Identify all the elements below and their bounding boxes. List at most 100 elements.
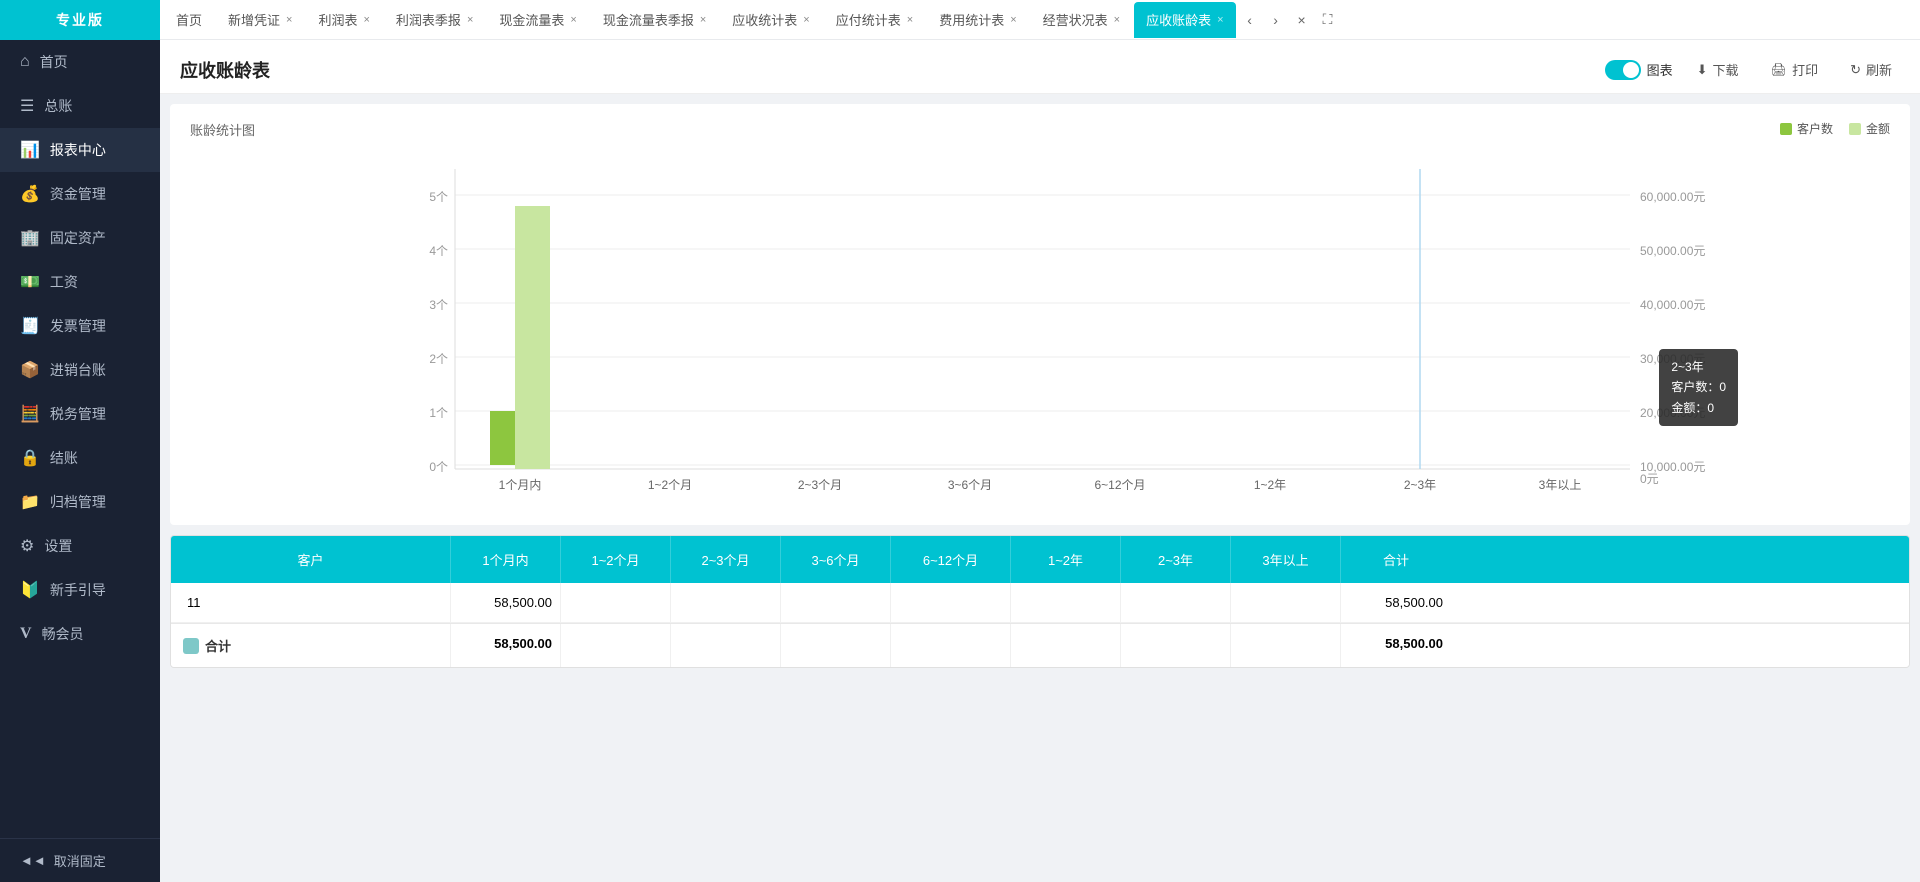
collapse-icon: ◄◄ bbox=[20, 853, 46, 868]
refresh-icon: ↻ bbox=[1850, 62, 1861, 78]
tab-cashflow-quarter[interactable]: 现金流量表季报 × bbox=[591, 2, 718, 38]
td-total-label: 合计 bbox=[171, 624, 451, 667]
tab-cashflow-quarter-close[interactable]: × bbox=[700, 14, 706, 26]
tab-aging-close[interactable]: × bbox=[1217, 14, 1223, 26]
download-button[interactable]: ⬇ 下载 bbox=[1689, 56, 1747, 83]
tab-profit-quarter[interactable]: 利润表季报 × bbox=[384, 2, 485, 38]
sidebar-item-home[interactable]: ⌂ 首页 bbox=[0, 40, 160, 84]
svg-text:40,000.00元: 40,000.00元 bbox=[1640, 298, 1705, 312]
sidebar-item-guide[interactable]: 🔰 新手引导 bbox=[0, 568, 160, 612]
tab-receivable[interactable]: 应收统计表 × bbox=[720, 2, 821, 38]
sidebar: 专业版 ⌂ 首页 ☰ 总账 📊 报表中心 💰 资金管理 🏢 固定资产 💵 工资 … bbox=[0, 0, 160, 882]
sidebar-item-ledger[interactable]: ☰ 总账 bbox=[0, 84, 160, 128]
svg-text:2~3年: 2~3年 bbox=[1404, 478, 1436, 492]
refresh-label: 刷新 bbox=[1866, 60, 1892, 79]
sidebar-item-tax[interactable]: 🧮 税务管理 bbox=[0, 392, 160, 436]
archive-icon: 📁 bbox=[20, 492, 40, 512]
legend-customer: 客户数 bbox=[1780, 120, 1833, 137]
tab-aging[interactable]: 应收账龄表 × bbox=[1134, 2, 1235, 38]
tab-voucher-close[interactable]: × bbox=[286, 14, 292, 26]
sidebar-item-settings[interactable]: ⚙ 设置 bbox=[0, 524, 160, 568]
tab-bar: 首页 新增凭证 × 利润表 × 利润表季报 × 现金流量表 × 现金流量表季报 … bbox=[160, 0, 1920, 40]
svg-text:1个: 1个 bbox=[429, 406, 448, 420]
total-text: 合计 bbox=[205, 636, 231, 655]
tab-profit-quarter-close[interactable]: × bbox=[467, 14, 473, 26]
tab-profit[interactable]: 利润表 × bbox=[306, 2, 381, 38]
tab-cashflow-label: 现金流量表 bbox=[499, 10, 564, 29]
tab-receivable-close[interactable]: × bbox=[803, 14, 809, 26]
sidebar-label-archive: 归档管理 bbox=[50, 492, 106, 512]
legend-customer-label: 客户数 bbox=[1797, 120, 1833, 137]
tab-cashflow[interactable]: 现金流量表 × bbox=[487, 2, 588, 38]
bar-customer-0 bbox=[490, 411, 515, 465]
tab-home[interactable]: 首页 bbox=[164, 2, 214, 38]
tab-home-label: 首页 bbox=[176, 10, 202, 29]
tab-profit-close[interactable]: × bbox=[363, 14, 369, 26]
logo: 专业版 bbox=[0, 0, 160, 40]
tab-payable-label: 应付统计表 bbox=[836, 10, 901, 29]
sidebar-item-assets[interactable]: 🏢 固定资产 bbox=[0, 216, 160, 260]
sidebar-item-purchase[interactable]: 📦 进销台账 bbox=[0, 348, 160, 392]
td-m36-0 bbox=[781, 583, 891, 622]
svg-text:5个: 5个 bbox=[429, 190, 448, 204]
tab-payable[interactable]: 应付统计表 × bbox=[824, 2, 925, 38]
sidebar-item-capital[interactable]: 💰 资金管理 bbox=[0, 172, 160, 216]
print-icon: 🖨 bbox=[1771, 62, 1788, 78]
tab-close-all[interactable]: × bbox=[1290, 8, 1314, 32]
sidebar-collapse-btn[interactable]: ◄◄ 取消固定 bbox=[0, 838, 160, 882]
sidebar-item-report[interactable]: 📊 报表中心 bbox=[0, 128, 160, 172]
total-icon bbox=[183, 638, 199, 654]
tab-nav-left[interactable]: ‹ bbox=[1238, 8, 1262, 32]
tab-maximize[interactable]: ⛶ bbox=[1316, 8, 1340, 32]
svg-text:50,000.00元: 50,000.00元 bbox=[1640, 244, 1705, 258]
svg-text:20,000.00元: 20,000.00元 bbox=[1640, 406, 1705, 420]
th-y23: 2~3年 bbox=[1121, 536, 1231, 583]
td-total-m23 bbox=[671, 624, 781, 667]
tab-expense[interactable]: 费用统计表 × bbox=[927, 2, 1028, 38]
sidebar-label-settings: 设置 bbox=[44, 536, 72, 556]
sidebar-label-purchase: 进销台账 bbox=[50, 360, 106, 380]
guide-icon: 🔰 bbox=[20, 580, 40, 600]
refresh-button[interactable]: ↻ 刷新 bbox=[1842, 56, 1900, 83]
tab-operation[interactable]: 经营状况表 × bbox=[1031, 2, 1132, 38]
td-total-0: 58,500.00 bbox=[1341, 583, 1451, 622]
sidebar-item-archive[interactable]: 📁 归档管理 bbox=[0, 480, 160, 524]
closing-icon: 🔒 bbox=[20, 448, 40, 468]
tab-nav-right[interactable]: › bbox=[1264, 8, 1288, 32]
svg-text:1个月内: 1个月内 bbox=[499, 478, 542, 492]
sidebar-label-vip: 畅会员 bbox=[42, 624, 84, 644]
tab-cashflow-quarter-label: 现金流量表季报 bbox=[603, 10, 694, 29]
print-button[interactable]: 🖨 打印 bbox=[1763, 56, 1827, 83]
chart-toggle[interactable] bbox=[1605, 60, 1641, 80]
tab-cashflow-close[interactable]: × bbox=[570, 14, 576, 26]
ledger-icon: ☰ bbox=[20, 96, 34, 116]
svg-text:6~12个月: 6~12个月 bbox=[1094, 478, 1145, 492]
sidebar-item-salary[interactable]: 💵 工资 bbox=[0, 260, 160, 304]
sidebar-label-capital: 资金管理 bbox=[50, 184, 106, 204]
header-actions: 图表 ⬇ 下载 🖨 打印 ↻ 刷新 bbox=[1605, 56, 1900, 83]
page-header: 应收账龄表 图表 ⬇ 下载 🖨 打印 ↻ 刷新 bbox=[160, 40, 1920, 94]
table-row: 11 58,500.00 58,500.00 bbox=[171, 583, 1909, 623]
sidebar-label-invoice: 发票管理 bbox=[50, 316, 106, 336]
legend-amount: 金额 bbox=[1849, 120, 1890, 137]
tab-expense-close[interactable]: × bbox=[1010, 14, 1016, 26]
svg-text:4个: 4个 bbox=[429, 244, 448, 258]
tab-voucher-label: 新增凭证 bbox=[228, 10, 280, 29]
td-y23-0 bbox=[1121, 583, 1231, 622]
tab-voucher[interactable]: 新增凭证 × bbox=[216, 2, 304, 38]
svg-text:1~2个月: 1~2个月 bbox=[648, 478, 692, 492]
svg-text:0个: 0个 bbox=[429, 460, 448, 474]
th-m1: 1个月内 bbox=[451, 536, 561, 583]
tab-operation-close[interactable]: × bbox=[1114, 14, 1120, 26]
th-m612: 6~12个月 bbox=[891, 536, 1011, 583]
sidebar-label-salary: 工资 bbox=[50, 272, 78, 292]
sidebar-item-invoice[interactable]: 🧾 发票管理 bbox=[0, 304, 160, 348]
salary-icon: 💵 bbox=[20, 272, 40, 292]
sidebar-item-closing[interactable]: 🔒 结账 bbox=[0, 436, 160, 480]
sidebar-item-vip[interactable]: V 畅会员 bbox=[0, 612, 160, 656]
td-m23-0 bbox=[671, 583, 781, 622]
tab-payable-close[interactable]: × bbox=[907, 14, 913, 26]
td-total-y3plus bbox=[1231, 624, 1341, 667]
svg-text:60,000.00元: 60,000.00元 bbox=[1640, 190, 1705, 204]
svg-text:2~3个月: 2~3个月 bbox=[798, 478, 842, 492]
